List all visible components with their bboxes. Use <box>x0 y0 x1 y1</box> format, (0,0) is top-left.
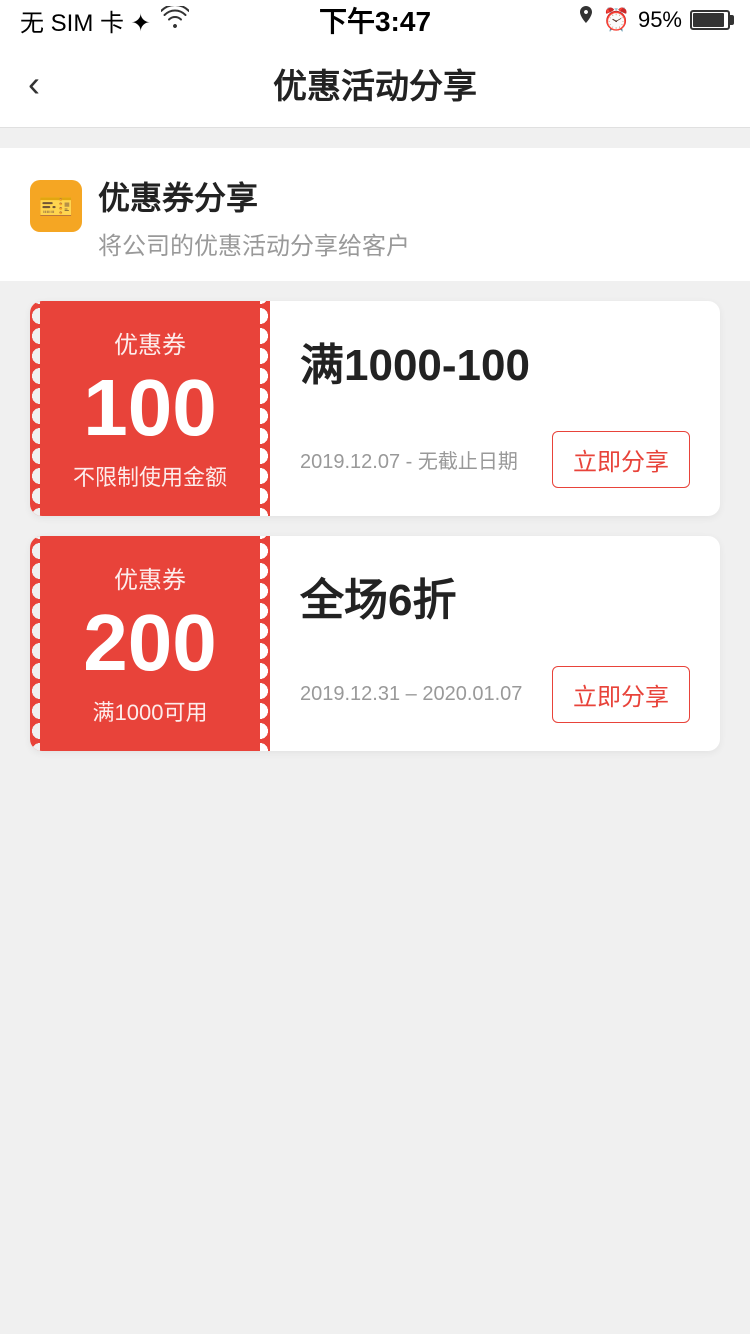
section-icon: 🎫 <box>30 180 82 232</box>
bottom-area <box>0 771 750 1271</box>
section-text: 优惠券分享 将公司的优惠活动分享给客户 <box>98 178 410 261</box>
coupon-label-1: 优惠券 <box>114 560 186 595</box>
coupon-card: 优惠券 200 满1000可用 全场6折 2019.12.31 – 2020.0… <box>30 536 720 751</box>
coupon-amount-1: 200 <box>83 603 216 683</box>
top-separator <box>0 128 750 148</box>
location-icon <box>577 6 595 34</box>
coupon-condition-0: 不限制使用金额 <box>73 460 227 492</box>
page-title: 优惠活动分享 <box>273 59 477 108</box>
coupon-title-0: 满1000-100 <box>300 329 690 393</box>
coupon-right-0: 满1000-100 2019.12.07 - 无截止日期 立即分享 <box>270 301 720 516</box>
status-left: 无 SIM 卡 ✦ <box>20 3 189 38</box>
coupon-right-1: 全场6折 2019.12.31 – 2020.01.07 立即分享 <box>270 536 720 751</box>
status-time: 下午3:47 <box>319 0 431 40</box>
alarm-icon: ⏰ <box>603 7 630 33</box>
coupon-list: 优惠券 100 不限制使用金额 满1000-100 2019.12.07 - 无… <box>0 281 750 771</box>
status-right: ⏰ 95% <box>577 6 730 34</box>
coupon-label-0: 优惠券 <box>114 325 186 360</box>
coupon-condition-1: 满1000可用 <box>93 695 208 727</box>
coupon-meta-1: 2019.12.31 – 2020.01.07 立即分享 <box>300 666 690 723</box>
share-button-1[interactable]: 立即分享 <box>552 666 690 723</box>
section-subtitle: 将公司的优惠活动分享给客户 <box>98 226 410 261</box>
share-button-0[interactable]: 立即分享 <box>552 431 690 488</box>
sim-indicator: 无 SIM 卡 ✦ <box>20 3 151 38</box>
coupon-meta-0: 2019.12.07 - 无截止日期 立即分享 <box>300 431 690 488</box>
section-header: 🎫 优惠券分享 将公司的优惠活动分享给客户 <box>0 148 750 281</box>
section-title: 优惠券分享 <box>98 178 410 220</box>
back-button[interactable]: ‹ <box>28 63 40 105</box>
coupon-date-0: 2019.12.07 - 无截止日期 <box>300 445 518 474</box>
coupon-card: 优惠券 100 不限制使用金额 满1000-100 2019.12.07 - 无… <box>30 301 720 516</box>
coupon-date-1: 2019.12.31 – 2020.01.07 <box>300 683 522 706</box>
wifi-icon <box>161 6 189 35</box>
status-bar: 无 SIM 卡 ✦ 下午3:47 ⏰ 95% <box>0 0 750 40</box>
coupon-title-1: 全场6折 <box>300 564 690 628</box>
coupon-amount-0: 100 <box>83 368 216 448</box>
coupon-left-0: 优惠券 100 不限制使用金额 <box>30 301 270 516</box>
nav-bar: ‹ 优惠活动分享 <box>0 40 750 128</box>
battery-percent: 95% <box>638 7 682 33</box>
coupon-left-1: 优惠券 200 满1000可用 <box>30 536 270 751</box>
battery-icon <box>690 10 730 30</box>
